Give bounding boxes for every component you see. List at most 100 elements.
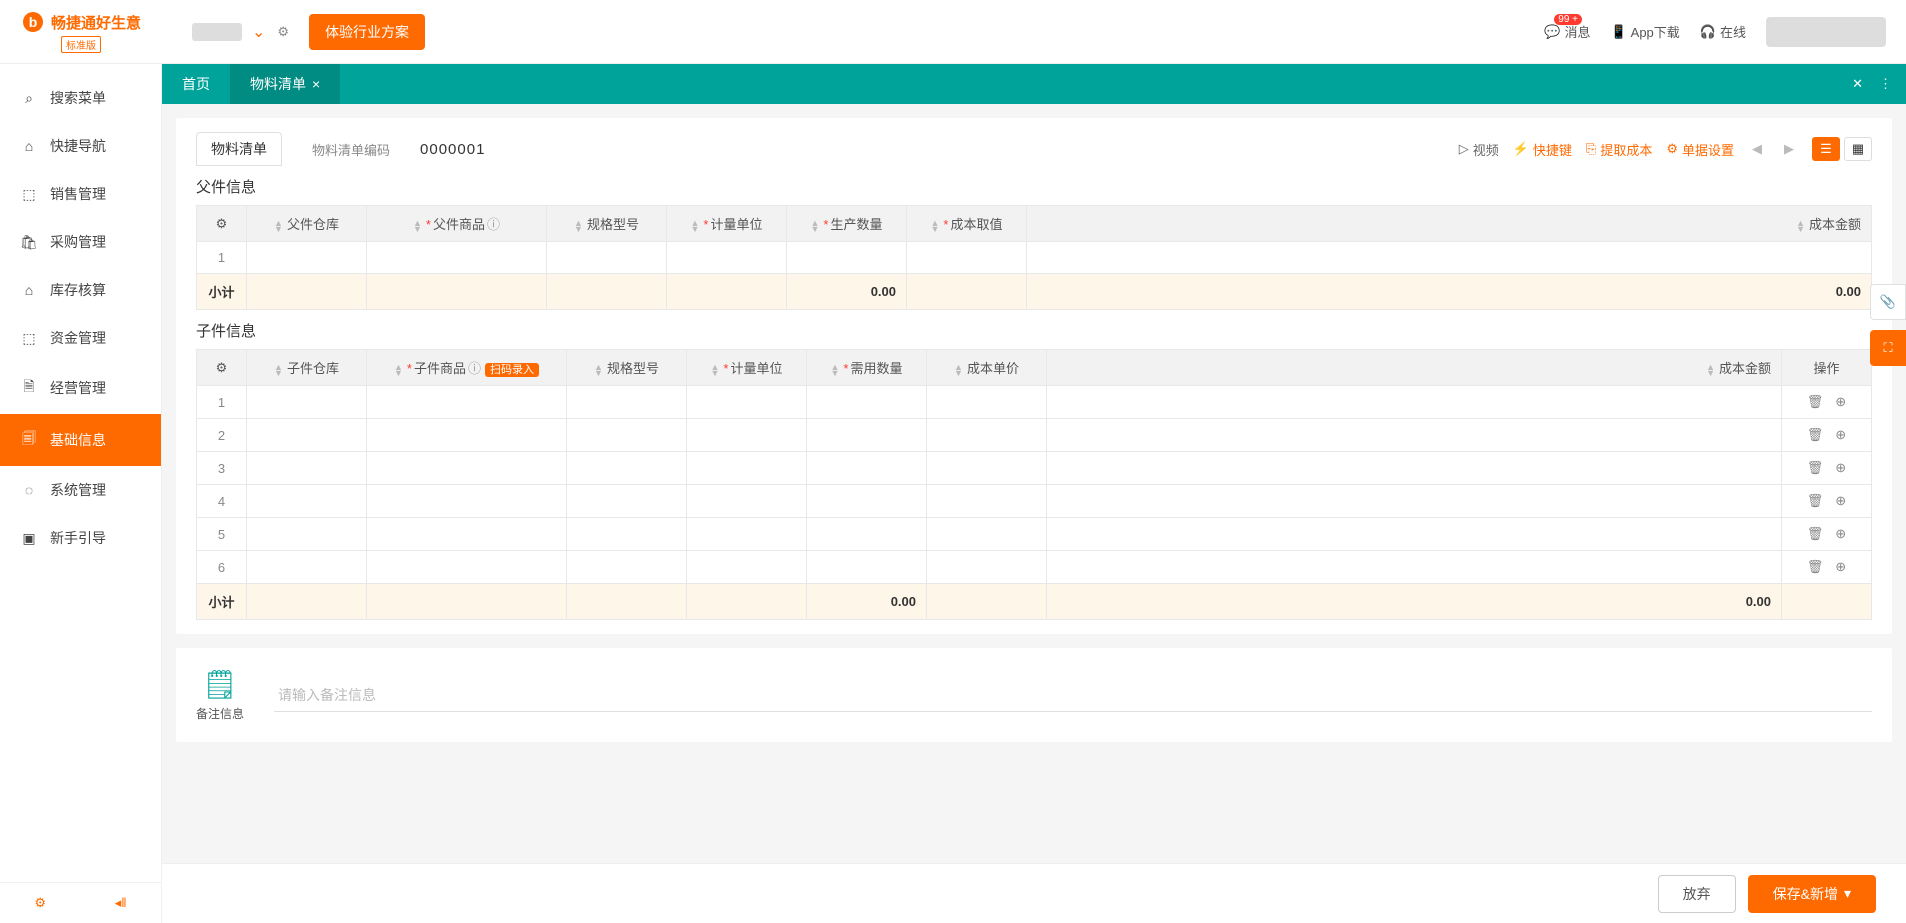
cell[interactable] [567, 551, 687, 584]
sidebar-item-5[interactable]: ⬚资金管理 [0, 314, 161, 362]
view-card-button[interactable]: ▦ [1844, 137, 1872, 161]
child-col-unit[interactable]: ▲▼*计量单位 [687, 350, 807, 386]
sidebar-collapse-icon[interactable]: ◂‖ [115, 895, 127, 911]
parent-col-unit[interactable]: ▲▼*计量单位 [667, 206, 787, 242]
help-icon[interactable]: ⓘ [468, 361, 481, 376]
parent-col-cost-mode[interactable]: ▲▼*成本取值 [907, 206, 1027, 242]
parent-gear-header[interactable]: ⚙ [197, 206, 247, 242]
cell[interactable] [567, 386, 687, 419]
next-doc-icon[interactable]: ▶ [1780, 141, 1798, 157]
doc-settings-action[interactable]: ⚙单据设置 [1666, 140, 1734, 159]
attachment-float-button[interactable]: 📎 [1870, 284, 1906, 320]
table-row[interactable]: 1🗑⊕ [197, 386, 1872, 419]
cell[interactable] [687, 518, 807, 551]
cta-experience-button[interactable]: 体验行业方案 [309, 14, 425, 50]
cell[interactable] [367, 242, 547, 274]
cell[interactable] [667, 242, 787, 274]
sidebar-item-6[interactable]: 🗎经营管理 [0, 362, 161, 414]
add-row-icon[interactable]: ⊕ [1835, 493, 1846, 509]
sidebar-item-0[interactable]: ⌕搜索菜单 [0, 74, 161, 122]
sidebar-item-7[interactable]: 🗐基础信息 [0, 414, 161, 466]
parent-col-product[interactable]: ▲▼*父件商品ⓘ [367, 206, 547, 242]
parent-col-spec[interactable]: ▲▼规格型号 [547, 206, 667, 242]
child-col-warehouse[interactable]: ▲▼子件仓库 [247, 350, 367, 386]
cell[interactable] [927, 551, 1047, 584]
remark-input[interactable] [274, 679, 1872, 712]
online-support-link[interactable]: 🎧 在线 [1700, 22, 1746, 41]
cell[interactable] [247, 452, 367, 485]
cell[interactable] [247, 419, 367, 452]
child-col-cost-amount[interactable]: ▲▼成本金额 [1047, 350, 1782, 386]
cell[interactable] [807, 452, 927, 485]
add-row-icon[interactable]: ⊕ [1835, 460, 1846, 476]
cell[interactable] [907, 242, 1027, 274]
scan-badge[interactable]: 扫码录入 [485, 363, 539, 377]
cell[interactable] [247, 485, 367, 518]
child-col-unit-cost[interactable]: ▲▼成本单价 [927, 350, 1047, 386]
cell[interactable] [787, 242, 907, 274]
add-row-icon[interactable]: ⊕ [1835, 394, 1846, 410]
cell[interactable] [687, 386, 807, 419]
cell[interactable] [687, 452, 807, 485]
cell[interactable] [687, 551, 807, 584]
parent-col-qty[interactable]: ▲▼*生产数量 [787, 206, 907, 242]
cell[interactable] [807, 419, 927, 452]
sidebar-item-4[interactable]: ⌂库存核算 [0, 266, 161, 314]
tab-bom[interactable]: 物料清单 × [230, 64, 340, 104]
sidebar-settings-icon[interactable]: ⚙ [34, 895, 46, 911]
table-row[interactable]: 4🗑⊕ [197, 485, 1872, 518]
cell[interactable] [247, 551, 367, 584]
cell[interactable] [367, 386, 567, 419]
cell[interactable] [367, 551, 567, 584]
cell[interactable] [687, 485, 807, 518]
cell[interactable] [1047, 419, 1782, 452]
cell[interactable] [1047, 452, 1782, 485]
cell[interactable] [247, 386, 367, 419]
cell[interactable] [567, 485, 687, 518]
child-col-qty[interactable]: ▲▼*需用数量 [807, 350, 927, 386]
child-col-product[interactable]: ▲▼*子件商品ⓘ扫码录入 [367, 350, 567, 386]
workspace-selector[interactable]: ⌄ [192, 22, 265, 42]
tabbar-more-icon[interactable]: ⋮ [1875, 72, 1896, 96]
cell[interactable] [927, 386, 1047, 419]
video-action[interactable]: ▷视频 [1459, 140, 1499, 159]
cell[interactable] [927, 485, 1047, 518]
discard-button[interactable]: 放弃 [1658, 875, 1736, 913]
cell[interactable] [1047, 386, 1782, 419]
sidebar-item-2[interactable]: ⬚销售管理 [0, 170, 161, 218]
delete-row-icon[interactable]: 🗑 [1807, 493, 1824, 509]
cell[interactable] [807, 485, 927, 518]
cell[interactable] [687, 419, 807, 452]
cell[interactable] [367, 419, 567, 452]
delete-row-icon[interactable]: 🗑 [1807, 427, 1824, 443]
child-col-spec[interactable]: ▲▼规格型号 [567, 350, 687, 386]
tab-home[interactable]: 首页 [162, 64, 230, 104]
cell[interactable] [247, 242, 367, 274]
parent-col-cost-amount[interactable]: ▲▼成本金额 [1027, 206, 1872, 242]
cell[interactable] [807, 518, 927, 551]
cell[interactable] [567, 518, 687, 551]
cell[interactable] [1027, 242, 1872, 274]
cell[interactable] [927, 518, 1047, 551]
tab-bom-close-icon[interactable]: × [312, 76, 320, 92]
table-row[interactable]: 6🗑⊕ [197, 551, 1872, 584]
sidebar-item-9[interactable]: ▣新手引导 [0, 514, 161, 562]
cell[interactable] [807, 551, 927, 584]
cell[interactable] [367, 518, 567, 551]
add-row-icon[interactable]: ⊕ [1835, 559, 1846, 575]
cell[interactable] [547, 242, 667, 274]
add-row-icon[interactable]: ⊕ [1835, 526, 1846, 542]
add-row-icon[interactable]: ⊕ [1835, 427, 1846, 443]
sidebar-item-8[interactable]: ◌系统管理 [0, 466, 161, 514]
table-row[interactable]: 5🗑⊕ [197, 518, 1872, 551]
sidebar-item-3[interactable]: 🛍采购管理 [0, 218, 161, 266]
app-download-link[interactable]: 📱 App下载 [1610, 22, 1679, 41]
cell[interactable] [1047, 485, 1782, 518]
sidebar-item-1[interactable]: ⌂快捷导航 [0, 122, 161, 170]
cell[interactable] [567, 419, 687, 452]
table-row[interactable]: 1 [197, 242, 1872, 274]
shortcut-action[interactable]: ⚡快捷键 [1513, 140, 1572, 159]
table-row[interactable]: 3🗑⊕ [197, 452, 1872, 485]
cell[interactable] [927, 452, 1047, 485]
prev-doc-icon[interactable]: ◀ [1748, 141, 1766, 157]
